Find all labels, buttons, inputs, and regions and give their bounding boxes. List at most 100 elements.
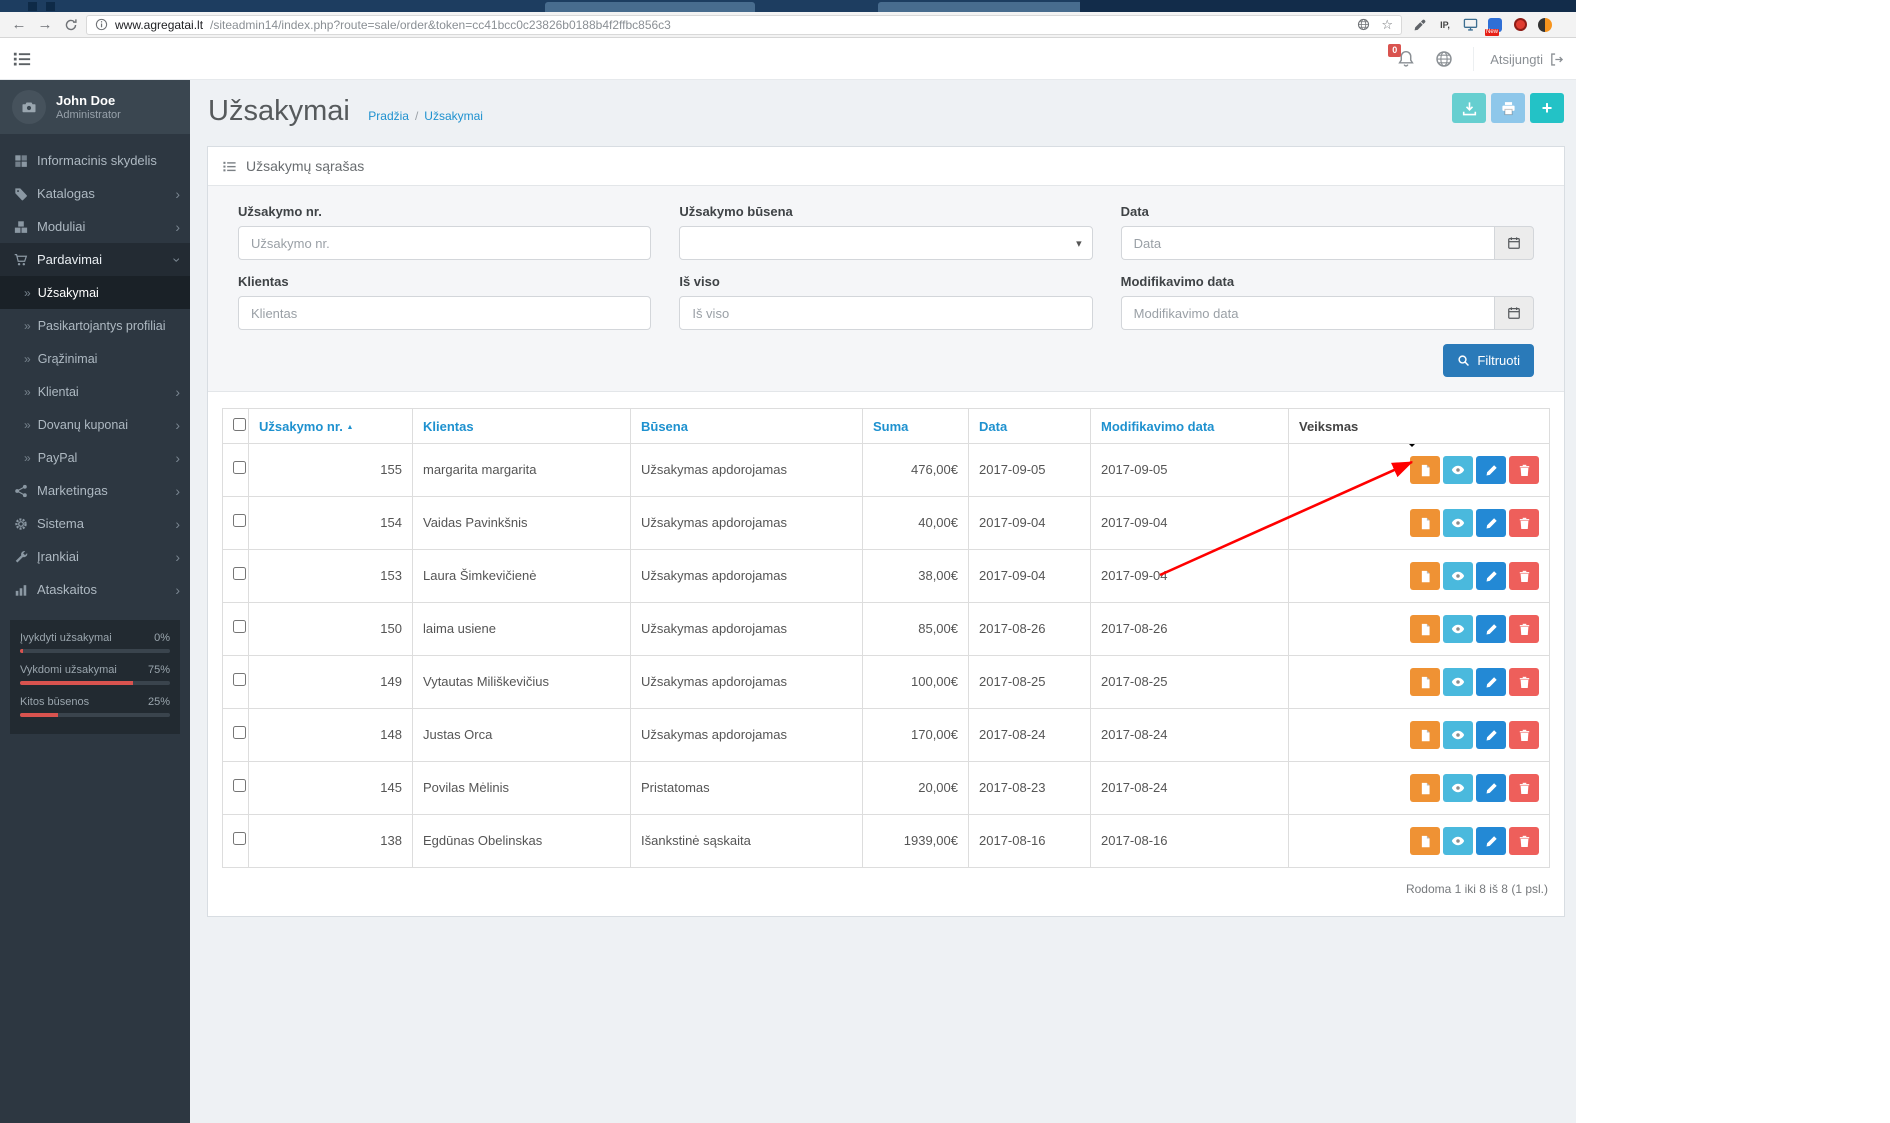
delete-button[interactable]: [1509, 509, 1539, 537]
avatar[interactable]: [12, 90, 46, 124]
row-checkbox[interactable]: [233, 779, 246, 792]
new-badge-extension-icon[interactable]: New: [1485, 17, 1503, 36]
edit-button[interactable]: [1476, 721, 1506, 749]
view-button[interactable]: [1443, 774, 1473, 802]
screen-capture-extension-icon[interactable]: [1462, 17, 1478, 33]
record-extension-icon[interactable]: [1512, 17, 1528, 33]
view-button[interactable]: [1443, 615, 1473, 643]
eyedropper-extension-icon[interactable]: [1412, 17, 1428, 33]
browser-tab[interactable]: [878, 2, 1083, 12]
translate-icon[interactable]: [1357, 18, 1370, 31]
sidebar-item-moduliai[interactable]: Moduliai ›: [0, 210, 190, 243]
invoice-pdf-button[interactable]: [1410, 615, 1440, 643]
sidebar-item-katalogas[interactable]: Katalogas ›: [0, 177, 190, 210]
edit-button[interactable]: [1476, 615, 1506, 643]
invoice-pdf-button[interactable]: [1410, 774, 1440, 802]
edit-button[interactable]: [1476, 456, 1506, 484]
url-bar[interactable]: www.agregatai.lt /siteadmin14/index.php?…: [86, 14, 1402, 35]
edit-button[interactable]: [1476, 668, 1506, 696]
row-checkbox[interactable]: [233, 514, 246, 527]
sort-customer-link[interactable]: Klientas: [423, 419, 474, 434]
row-checkbox[interactable]: [233, 567, 246, 580]
delete-button[interactable]: [1509, 668, 1539, 696]
row-checkbox[interactable]: [233, 726, 246, 739]
sort-modified-link[interactable]: Modifikavimo data: [1101, 419, 1214, 434]
sidebar-item-dashboard[interactable]: Informacinis skydelis: [0, 144, 190, 177]
filter-button[interactable]: Filtruoti: [1443, 344, 1534, 377]
breadcrumb-current-link[interactable]: Užsakymai: [424, 109, 483, 123]
order-status-select[interactable]: ▾: [679, 226, 1093, 260]
total-input[interactable]: [679, 296, 1093, 330]
select-all-checkbox[interactable]: [233, 418, 246, 431]
ip-extension-icon[interactable]: IP,: [1437, 17, 1453, 33]
row-checkbox[interactable]: [233, 673, 246, 686]
sidebar-item-grazinimai[interactable]: » Grąžinimai: [0, 342, 190, 375]
trash-icon: [1518, 782, 1531, 795]
view-button[interactable]: [1443, 668, 1473, 696]
sidebar-item-dovanu-kuponai[interactable]: » Dovanų kuponai ›: [0, 408, 190, 441]
browser-menu-icon[interactable]: [28, 2, 37, 11]
date-input[interactable]: [1120, 226, 1494, 260]
bookmark-star-icon[interactable]: ☆: [1381, 17, 1393, 33]
view-button[interactable]: [1443, 562, 1473, 590]
row-checkbox[interactable]: [233, 620, 246, 633]
invoice-pdf-button[interactable]: [1410, 509, 1440, 537]
sidebar-item-sistema[interactable]: Sistema ›: [0, 507, 190, 540]
sidebar-item-marketingas[interactable]: Marketingas ›: [0, 474, 190, 507]
breadcrumb-home-link[interactable]: Pradžia: [368, 109, 409, 123]
sidebar-item-paypal[interactable]: » PayPal ›: [0, 441, 190, 474]
delete-button[interactable]: [1509, 827, 1539, 855]
sort-order-nr-link[interactable]: Užsakymo nr.: [259, 419, 343, 434]
customer-input[interactable]: [238, 296, 652, 330]
delete-button[interactable]: [1509, 615, 1539, 643]
refresh-button[interactable]: [60, 14, 82, 36]
sidebar-toggle-icon[interactable]: [12, 49, 32, 69]
forward-button[interactable]: →: [34, 14, 56, 36]
row-checkbox[interactable]: [233, 461, 246, 474]
sidebar-item-pasikartojantys-profiliai[interactable]: » Pasikartojantys profiliai: [0, 309, 190, 342]
chevron-right-icon: ›: [175, 416, 180, 433]
edit-button[interactable]: [1476, 827, 1506, 855]
duo-extension-icon[interactable]: [1537, 17, 1553, 33]
logout-button[interactable]: Atsijungti: [1473, 47, 1564, 71]
sidebar-item-irankiai[interactable]: Įrankiai ›: [0, 540, 190, 573]
sort-total-link[interactable]: Suma: [873, 419, 908, 434]
invoice-pdf-button[interactable]: [1410, 456, 1440, 484]
view-button[interactable]: [1443, 509, 1473, 537]
invoice-pdf-button[interactable]: [1410, 721, 1440, 749]
sort-date-link[interactable]: Data: [979, 419, 1007, 434]
print-button[interactable]: [1491, 93, 1525, 123]
filter-section: Užsakymo nr. Užsakymo būsena ▾ Data: [208, 186, 1564, 392]
export-button[interactable]: [1452, 93, 1486, 123]
view-button[interactable]: [1443, 721, 1473, 749]
view-button[interactable]: [1443, 456, 1473, 484]
sidebar-item-uzsakymai[interactable]: » Užsakymai: [0, 276, 190, 309]
delete-button[interactable]: [1509, 774, 1539, 802]
view-button[interactable]: [1443, 827, 1473, 855]
sort-status-link[interactable]: Būsena: [641, 419, 688, 434]
storefront-globe-icon[interactable]: [1435, 50, 1453, 68]
invoice-pdf-button[interactable]: [1410, 562, 1440, 590]
add-order-button[interactable]: +: [1530, 93, 1564, 123]
delete-button[interactable]: [1509, 721, 1539, 749]
notifications-button[interactable]: 0: [1388, 44, 1415, 68]
edit-button[interactable]: [1476, 774, 1506, 802]
edit-button[interactable]: [1476, 562, 1506, 590]
back-button[interactable]: ←: [8, 14, 30, 36]
delete-button[interactable]: [1509, 456, 1539, 484]
invoice-pdf-button[interactable]: [1410, 668, 1440, 696]
row-checkbox[interactable]: [233, 832, 246, 845]
sidebar-item-klientai[interactable]: » Klientai ›: [0, 375, 190, 408]
modified-date-input[interactable]: [1120, 296, 1494, 330]
order-nr-input[interactable]: [238, 226, 652, 260]
delete-button[interactable]: [1509, 562, 1539, 590]
sidebar-item-pardavimai[interactable]: Pardavimai ›: [0, 243, 190, 276]
edit-button[interactable]: [1476, 509, 1506, 537]
page-info-icon[interactable]: [95, 18, 108, 31]
sidebar-item-ataskaitos[interactable]: Ataskaitos ›: [0, 573, 190, 606]
browser-tab[interactable]: [545, 2, 755, 12]
modified-date-picker-button[interactable]: [1493, 296, 1534, 330]
browser-menu-icon[interactable]: [46, 2, 55, 11]
date-picker-button[interactable]: [1493, 226, 1534, 260]
invoice-pdf-button[interactable]: [1410, 827, 1440, 855]
